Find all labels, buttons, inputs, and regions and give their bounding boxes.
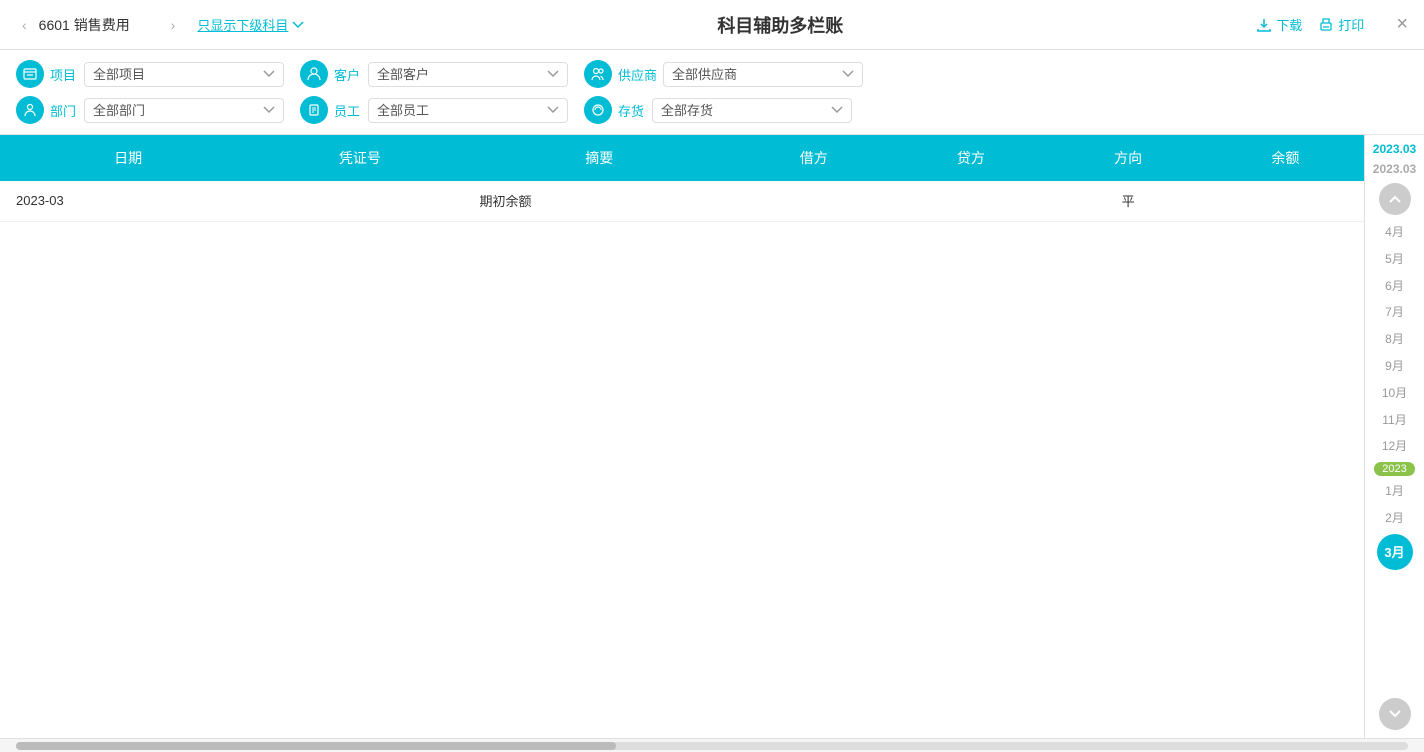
table-row: 2023-03 期初余额 平 [0,181,1364,221]
scrollbar-thumb[interactable] [16,742,616,750]
nav-next-button[interactable]: › [165,15,182,35]
month-item-12[interactable]: 12月 [1365,433,1424,460]
month-item-11[interactable]: 11月 [1365,407,1424,434]
month-item-2[interactable]: 2月 [1365,505,1424,532]
customer-label: 客户 [334,65,362,84]
month-item-1[interactable]: 1月 [1365,478,1424,505]
right-panel: 2023.03 2023.03 4月 5月 6月 7月 8月 9月 10月 11… [1364,135,1424,738]
horizontal-scrollbar[interactable] [0,738,1424,752]
show-sublevel-label: 只显示下级科目 [197,15,288,34]
cell-voucher [256,181,463,221]
print-button[interactable]: 打印 [1318,15,1364,34]
employee-select[interactable]: 全部员工 [368,98,568,123]
close-button[interactable]: × [1396,13,1408,36]
filter-row-1: 项目 全部项目 客户 全部客户 供应商 [16,60,1408,88]
supplier-icon [584,60,612,88]
filter-department: 部门 全部部门 [16,96,284,124]
department-icon [16,96,44,124]
col-direction: 方向 [1050,135,1207,181]
cell-summary: 期初余额 [463,181,735,221]
toolbar-right: 下载 打印 × [1256,13,1408,36]
filter-project: 项目 全部项目 [16,60,284,88]
department-select[interactable]: 全部部门 [84,98,284,123]
month-item-10[interactable]: 10月 [1365,380,1424,407]
print-label: 打印 [1338,15,1364,34]
nav-prev-button[interactable]: ‹ [16,15,33,35]
main-window: ‹ 6601 销售费用 › 只显示下级科目 科目辅助多栏账 下载 打印 × [0,0,1424,752]
col-credit: 贷方 [892,135,1049,181]
col-summary: 摘要 [463,135,735,181]
table-header-row: 日期 凭证号 摘要 借方 贷方 方向 余额 [0,135,1364,181]
up-arrow-icon [1389,195,1401,203]
month-item-7[interactable]: 7月 [1365,299,1424,326]
month-item-4[interactable]: 4月 [1365,219,1424,246]
period-header-teal[interactable]: 2023.03 [1365,139,1424,159]
department-label: 部门 [50,101,78,120]
supplier-select[interactable]: 全部供应商 [663,62,863,87]
inventory-label: 存货 [618,101,646,120]
supplier-label: 供应商 [618,65,657,84]
month-item-5[interactable]: 5月 [1365,246,1424,273]
cell-direction: 平 [1050,181,1207,221]
employee-icon [300,96,328,124]
print-icon [1318,17,1334,33]
chevron-down-icon [292,21,304,29]
col-date: 日期 [0,135,256,181]
month-item-6[interactable]: 6月 [1365,273,1424,300]
panel-down-button[interactable] [1379,698,1411,730]
table-area: 日期 凭证号 摘要 借方 贷方 方向 余额 2023-03 期初余额 [0,135,1364,738]
project-select[interactable]: 全部项目 [84,62,284,87]
month-item-8[interactable]: 8月 [1365,326,1424,353]
month-item-9[interactable]: 9月 [1365,353,1424,380]
col-balance: 余额 [1207,135,1364,181]
inventory-select[interactable]: 全部存货 [652,98,852,123]
filter-employee: 员工 全部员工 [300,96,568,124]
cell-balance [1207,181,1364,221]
download-icon [1256,17,1272,33]
top-bar: ‹ 6601 销售费用 › 只显示下级科目 科目辅助多栏账 下载 打印 × [0,0,1424,50]
customer-select[interactable]: 全部客户 [368,62,568,87]
month-item-3-active[interactable]: 3月 [1377,534,1413,570]
cell-date: 2023-03 [0,181,256,221]
filter-inventory: 存货 全部存货 [584,96,852,124]
page-title: 科目辅助多栏账 [304,12,1256,38]
filter-row-2: 部门 全部部门 员工 全部员工 存货 [16,96,1408,124]
project-label: 项目 [50,65,78,84]
filter-supplier: 供应商 全部供应商 [584,60,863,88]
year-tag-2023[interactable]: 2023 [1374,462,1414,476]
download-label: 下载 [1276,15,1302,34]
customer-icon [300,60,328,88]
col-debit: 借方 [735,135,892,181]
cell-credit [892,181,1049,221]
project-icon [16,60,44,88]
account-label: 6601 销售费用 [39,15,159,35]
cell-debit [735,181,892,221]
filter-customer: 客户 全部客户 [300,60,568,88]
employee-label: 员工 [334,101,362,120]
filter-area: 项目 全部项目 客户 全部客户 供应商 [0,50,1424,135]
show-sublevel-dropdown[interactable]: 只显示下级科目 [197,15,304,34]
download-button[interactable]: 下载 [1256,15,1302,34]
panel-up-button[interactable] [1379,183,1411,215]
panel-scroll-content: 4月 5月 6月 7月 8月 9月 10月 11月 12月 2023 1月 2月… [1365,219,1424,694]
col-voucher: 凭证号 [256,135,463,181]
main-content: 日期 凭证号 摘要 借方 贷方 方向 余额 2023-03 期初余额 [0,135,1424,738]
down-arrow-icon [1389,710,1401,718]
inventory-icon [584,96,612,124]
period-header-normal[interactable]: 2023.03 [1365,159,1424,179]
scrollbar-track [16,742,1408,750]
data-table: 日期 凭证号 摘要 借方 贷方 方向 余额 2023-03 期初余额 [0,135,1364,222]
